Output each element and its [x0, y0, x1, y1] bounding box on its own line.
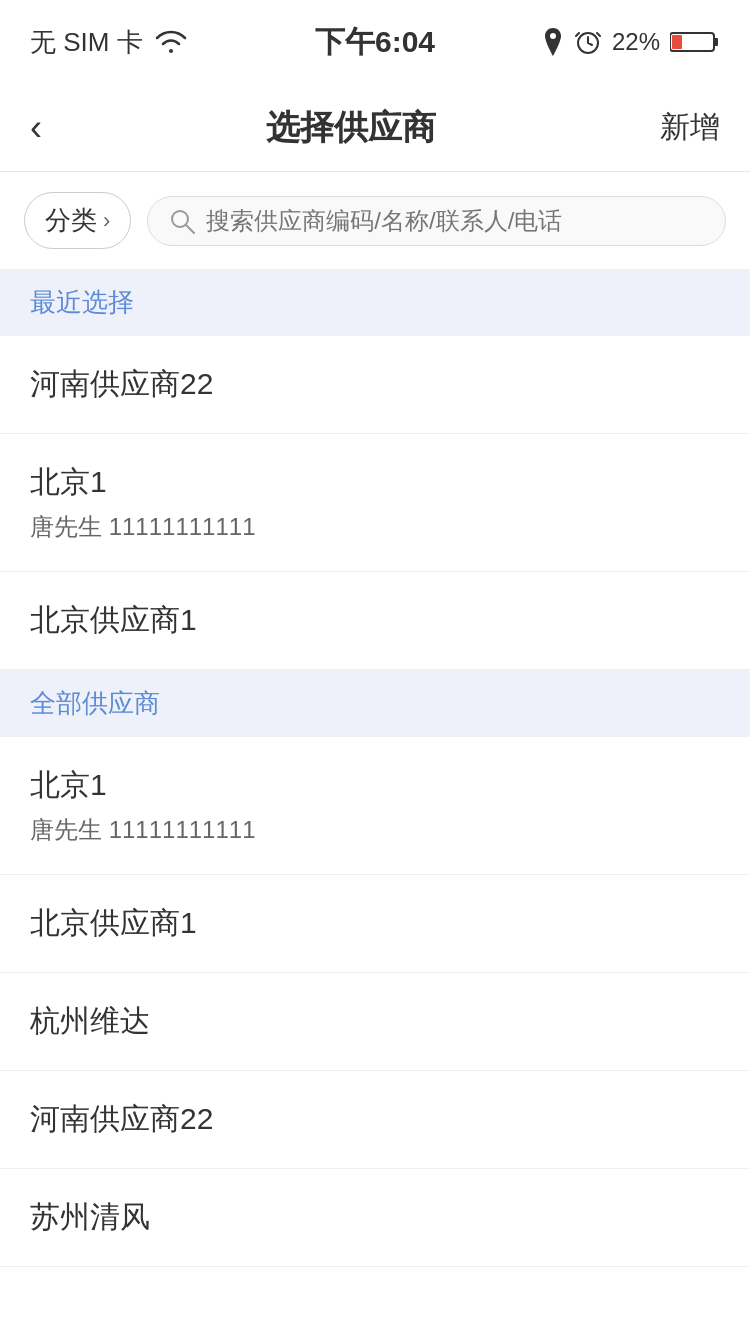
- list-item[interactable]: 北京1 唐先生 11111111111: [0, 737, 750, 875]
- page-title: 选择供应商: [266, 105, 436, 151]
- all-section-header: 全部供应商: [0, 670, 750, 737]
- nav-bar: ‹ 选择供应商 新增: [0, 84, 750, 172]
- list-item[interactable]: 杭州维达: [0, 973, 750, 1071]
- item-name: 河南供应商22: [30, 364, 720, 405]
- category-filter[interactable]: 分类 ›: [24, 192, 131, 249]
- filter-bar: 分类 ›: [0, 172, 750, 269]
- list-item[interactable]: 河南供应商22: [0, 336, 750, 434]
- search-box[interactable]: [147, 196, 726, 246]
- list-item[interactable]: 苏州清风: [0, 1169, 750, 1267]
- item-name: 北京1: [30, 765, 720, 806]
- location-icon: [542, 28, 564, 56]
- recent-section-header: 最近选择: [0, 269, 750, 336]
- category-label: 分类: [45, 203, 97, 238]
- carrier-label: 无 SIM 卡: [30, 25, 143, 60]
- battery-label: 22%: [612, 28, 660, 56]
- list-item[interactable]: 北京1 唐先生 11111111111: [0, 434, 750, 572]
- item-name: 北京1: [30, 462, 720, 503]
- status-bar: 无 SIM 卡 下午6:04 22%: [0, 0, 750, 84]
- recent-list: 河南供应商22 北京1 唐先生 11111111111 北京供应商1: [0, 336, 750, 670]
- item-name: 北京供应商1: [30, 903, 720, 944]
- chevron-right-icon: ›: [103, 208, 110, 234]
- wifi-icon: [153, 29, 189, 55]
- list-item[interactable]: 河南供应商22: [0, 1071, 750, 1169]
- item-sub: 唐先生 11111111111: [30, 814, 720, 846]
- svg-line-5: [186, 225, 194, 233]
- item-name: 北京供应商1: [30, 600, 720, 641]
- back-button[interactable]: ‹: [30, 107, 42, 149]
- battery-icon: [670, 30, 720, 54]
- svg-rect-2: [714, 38, 718, 46]
- search-input[interactable]: [206, 207, 705, 235]
- item-name: 河南供应商22: [30, 1099, 720, 1140]
- all-list: 北京1 唐先生 11111111111 北京供应商1 杭州维达河南供应商22 苏州清风: [0, 737, 750, 1267]
- add-button[interactable]: 新增: [660, 107, 720, 148]
- alarm-icon: [574, 28, 602, 56]
- list-item[interactable]: 北京供应商1: [0, 572, 750, 670]
- item-name: 苏州清风: [30, 1197, 720, 1238]
- item-sub: 唐先生 11111111111: [30, 511, 720, 543]
- status-right: 22%: [542, 28, 720, 56]
- item-name: 杭州维达: [30, 1001, 720, 1042]
- status-time: 下午6:04: [315, 22, 435, 63]
- svg-rect-3: [672, 35, 682, 49]
- carrier-info: 无 SIM 卡: [30, 25, 189, 60]
- search-icon: [168, 207, 196, 235]
- list-item[interactable]: 北京供应商1: [0, 875, 750, 973]
